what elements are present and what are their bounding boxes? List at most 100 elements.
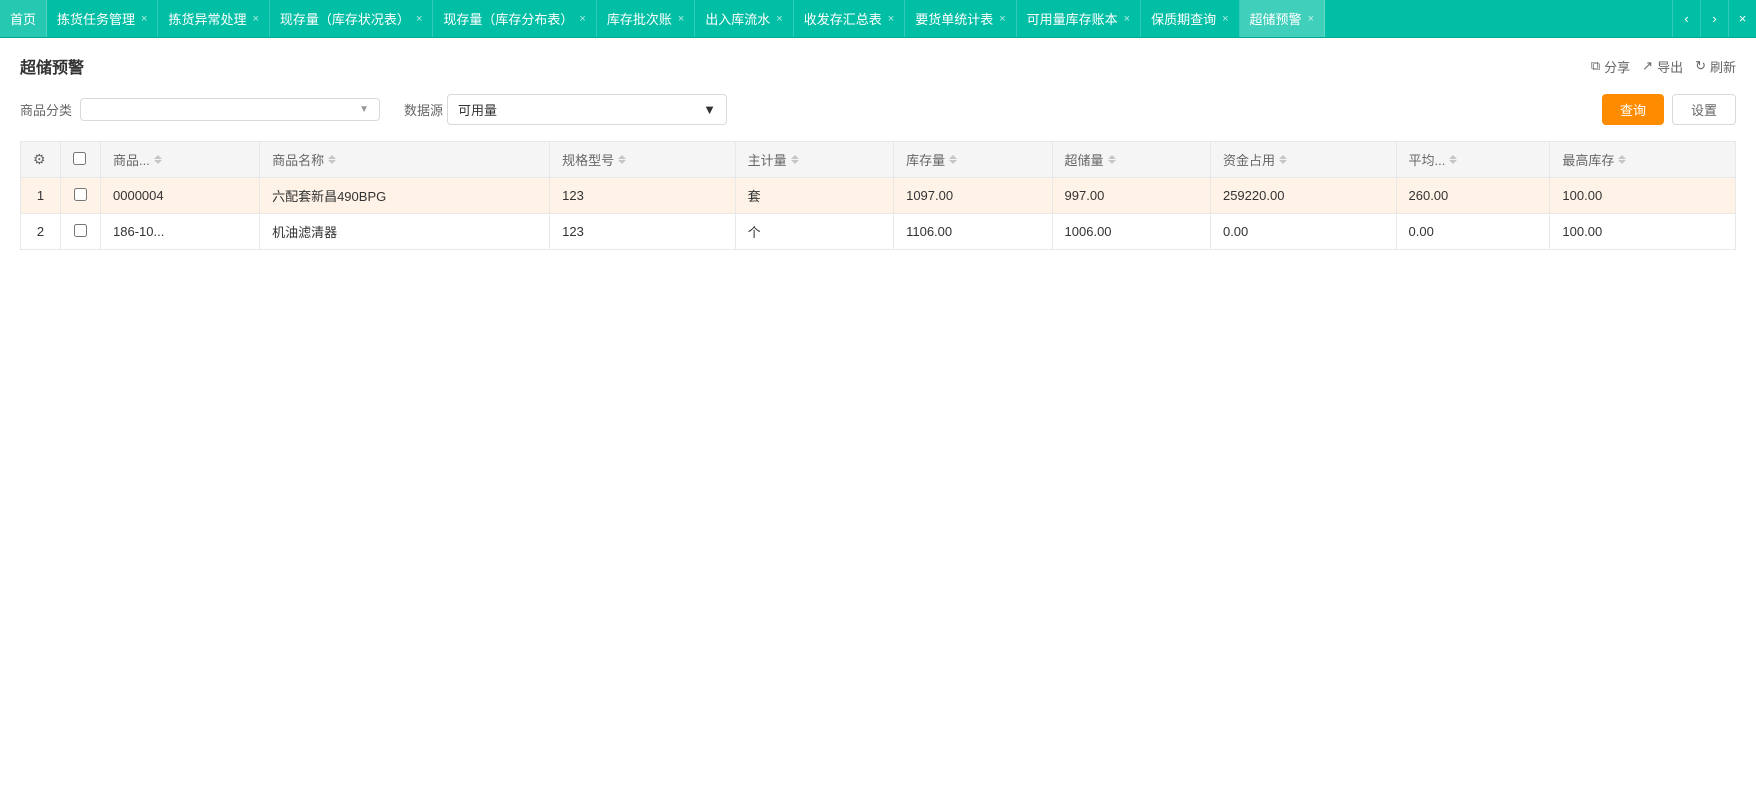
category-dropdown-icon: ▼ — [359, 104, 369, 115]
close-stock-status[interactable]: × — [416, 13, 422, 25]
close-inout-flow[interactable]: × — [776, 13, 782, 25]
sort-icon-max-stock — [1618, 155, 1626, 164]
th-spec[interactable]: 规格型号 — [550, 142, 736, 178]
sort-icon-name — [328, 155, 336, 164]
close-pick-task[interactable]: × — [141, 13, 147, 25]
nav-available-stock[interactable]: 可用量库存账本 × — [1017, 0, 1141, 38]
settings-button[interactable]: 设置 — [1672, 94, 1736, 125]
category-filter: 商品分类 ▼ — [20, 98, 380, 121]
sort-icon-code — [154, 155, 162, 164]
datasource-value: 可用量 — [458, 100, 497, 119]
filter-row: 商品分类 ▼ 数据源 可用量 ▼ 查询 设置 — [20, 94, 1736, 125]
nav-stock-dist[interactable]: 现存量（库存分布表） × — [433, 0, 596, 38]
datasource-label: 数据源 — [404, 100, 443, 119]
row-2-spec: 123 — [550, 214, 736, 250]
row-2-avg: 0.00 — [1396, 214, 1550, 250]
th-overstock[interactable]: 超储量 — [1052, 142, 1210, 178]
nav-inout-flow[interactable]: 出入库流水 × — [695, 0, 793, 38]
row-1-overstock: 997.00 — [1052, 178, 1210, 214]
export-button[interactable]: ↗ 导出 — [1642, 57, 1683, 76]
close-stock-dist[interactable]: × — [579, 13, 585, 25]
row-num-1: 1 — [21, 178, 61, 214]
th-gear: ⚙ — [21, 142, 61, 178]
th-code[interactable]: 商品... — [101, 142, 260, 178]
title-actions: ⧉ 分享 ↗ 导出 ↻ 刷新 — [1591, 57, 1736, 76]
category-select[interactable]: ▼ — [80, 98, 380, 121]
nav-arrow-right[interactable]: › — [1700, 0, 1728, 38]
datasource-dropdown-icon: ▼ — [703, 102, 716, 117]
close-receive-send[interactable]: × — [888, 13, 894, 25]
refresh-icon: ↻ — [1695, 58, 1706, 74]
nav-overstock-alert[interactable]: 超储预警 × — [1240, 0, 1325, 38]
th-name[interactable]: 商品名称 — [260, 142, 550, 178]
row-2-name: 机油滤清器 — [260, 214, 550, 250]
nav-demand-stat[interactable]: 要货单统计表 × — [905, 0, 1016, 38]
th-avg[interactable]: 平均... — [1396, 142, 1550, 178]
th-max-stock[interactable]: 最高库存 — [1550, 142, 1736, 178]
row-2-capital: 0.00 — [1210, 214, 1396, 250]
nav-pick-exception[interactable]: 拣货异常处理 × — [158, 0, 269, 38]
row-1-capital: 259220.00 — [1210, 178, 1396, 214]
row-checkbox-2 — [61, 214, 101, 250]
sort-icon-unit — [791, 155, 799, 164]
nav-quality-query[interactable]: 保质期查询 × — [1141, 0, 1239, 38]
row-1-unit: 套 — [735, 178, 893, 214]
close-demand-stat[interactable]: × — [999, 13, 1005, 25]
close-overstock-alert[interactable]: × — [1308, 13, 1314, 25]
row-num-2: 2 — [21, 214, 61, 250]
row-1-name: 六配套新昌490BPG — [260, 178, 550, 214]
share-icon: ⧉ — [1591, 58, 1600, 74]
row-1-stock: 1097.00 — [894, 178, 1052, 214]
row-2-max-stock: 100.00 — [1550, 214, 1736, 250]
page-title: 超储预警 — [20, 54, 84, 78]
refresh-button[interactable]: ↻ 刷新 — [1695, 57, 1736, 76]
nav-receive-send[interactable]: 收发存汇总表 × — [794, 0, 905, 38]
th-capital[interactable]: 资金占用 — [1210, 142, 1396, 178]
row-2-overstock: 1006.00 — [1052, 214, 1210, 250]
row-1-code: 0000004 — [101, 178, 260, 214]
row-1-avg: 260.00 — [1396, 178, 1550, 214]
top-navigation: 首页 拣货任务管理 × 拣货异常处理 × 现存量（库存状况表） × 现存量（库存… — [0, 0, 1756, 38]
row-1-spec: 123 — [550, 178, 736, 214]
page-title-bar: 超储预警 ⧉ 分享 ↗ 导出 ↻ 刷新 — [20, 54, 1736, 78]
row-2-checkbox[interactable] — [74, 224, 87, 237]
sort-icon-overstock — [1108, 155, 1116, 164]
nav-home[interactable]: 首页 — [0, 0, 47, 38]
share-button[interactable]: ⧉ 分享 — [1591, 57, 1630, 76]
close-pick-exception[interactable]: × — [252, 13, 258, 25]
nav-arrow-left[interactable]: ‹ — [1672, 0, 1700, 38]
nav-pick-task[interactable]: 拣货任务管理 × — [47, 0, 158, 38]
th-stock[interactable]: 库存量 — [894, 142, 1052, 178]
query-button[interactable]: 查询 — [1602, 94, 1664, 125]
table-header-row: ⚙ 商品... 商品名称 — [21, 142, 1736, 178]
nav-arrow-close[interactable]: × — [1728, 0, 1756, 38]
sort-icon-avg — [1449, 155, 1457, 164]
th-checkbox — [61, 142, 101, 178]
close-batch-account[interactable]: × — [678, 13, 684, 25]
select-all-checkbox[interactable] — [73, 152, 86, 165]
page-content: 超储预警 ⧉ 分享 ↗ 导出 ↻ 刷新 商品分类 ▼ 数据源 — [0, 38, 1756, 800]
category-label: 商品分类 — [20, 100, 72, 119]
row-2-unit: 个 — [735, 214, 893, 250]
gear-icon[interactable]: ⚙ — [33, 151, 46, 167]
table-row: 1 0000004 六配套新昌490BPG 123 套 1097.00 997.… — [21, 178, 1736, 214]
row-1-checkbox[interactable] — [74, 188, 87, 201]
close-available-stock[interactable]: × — [1124, 13, 1130, 25]
row-2-stock: 1106.00 — [894, 214, 1052, 250]
nav-stock-status[interactable]: 现存量（库存状况表） × — [270, 0, 433, 38]
nav-batch-account[interactable]: 库存批次账 × — [597, 0, 695, 38]
sort-icon-spec — [618, 155, 626, 164]
datasource-select[interactable]: 可用量 ▼ — [447, 94, 727, 125]
th-unit[interactable]: 主计量 — [735, 142, 893, 178]
row-1-max-stock: 100.00 — [1550, 178, 1736, 214]
table-row: 2 186-10... 机油滤清器 123 个 1106.00 1006.00 … — [21, 214, 1736, 250]
row-2-code: 186-10... — [101, 214, 260, 250]
close-quality-query[interactable]: × — [1222, 13, 1228, 25]
sort-icon-capital — [1279, 155, 1287, 164]
sort-icon-stock — [949, 155, 957, 164]
export-icon: ↗ — [1642, 58, 1653, 74]
filter-right-actions: 查询 设置 — [1602, 94, 1736, 125]
nav-arrows: ‹ › × — [1672, 0, 1756, 38]
datasource-filter: 数据源 可用量 ▼ — [404, 94, 727, 125]
row-checkbox-1 — [61, 178, 101, 214]
